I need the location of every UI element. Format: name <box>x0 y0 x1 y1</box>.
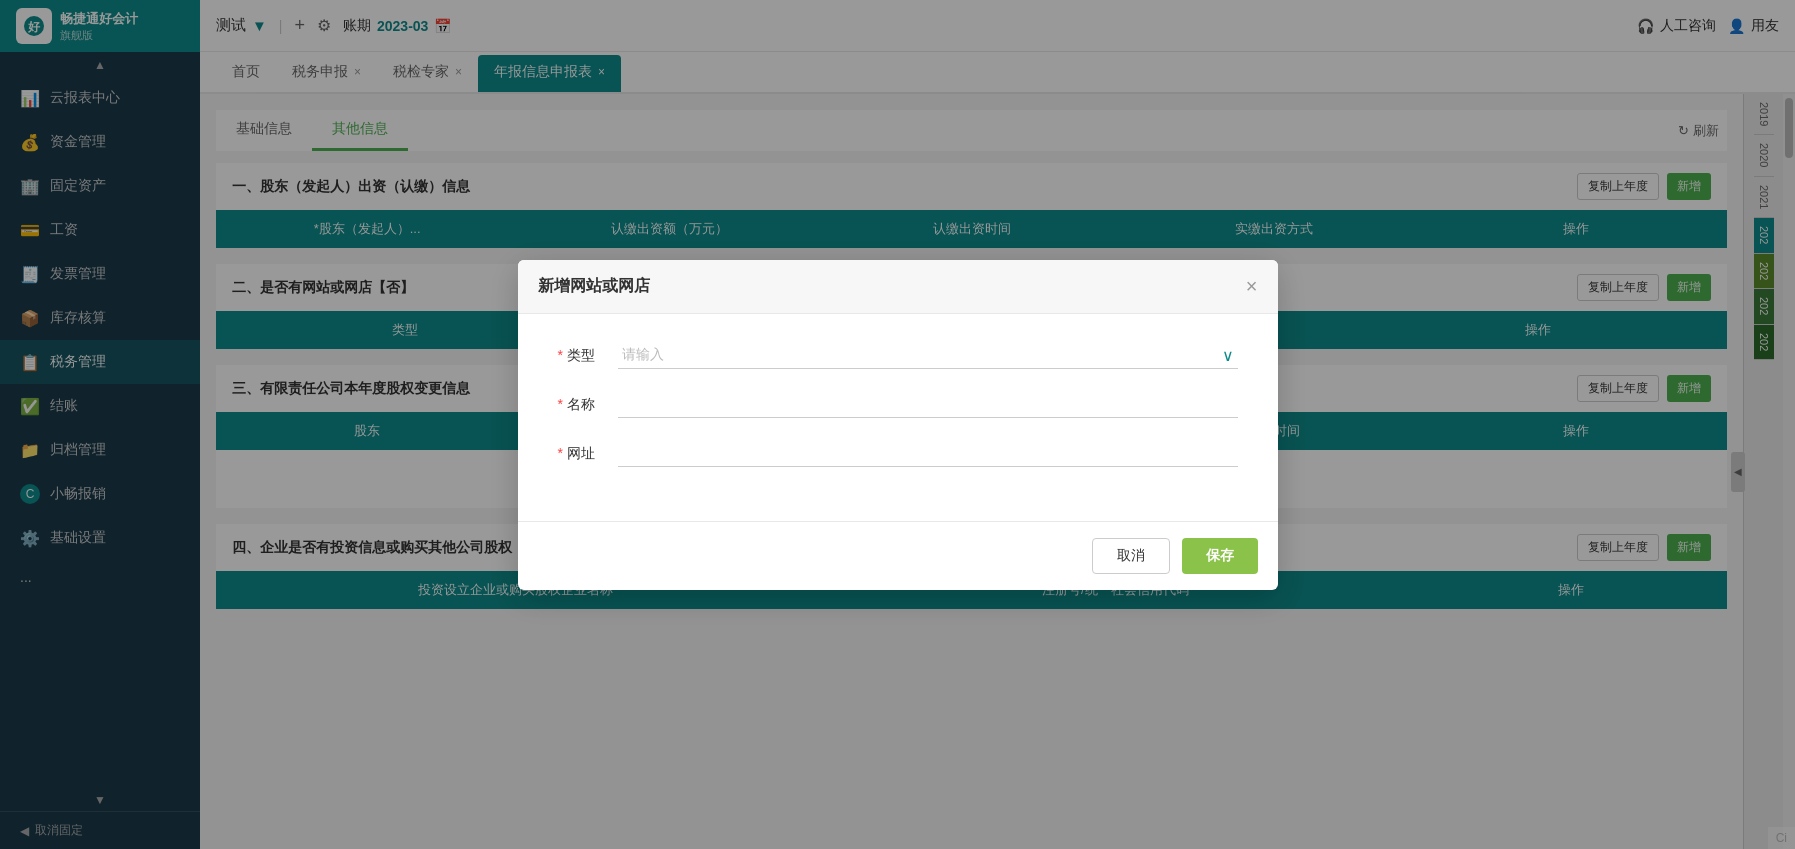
label-text: 网址 <box>567 445 595 461</box>
form-label-name: * 名称 <box>558 396 618 414</box>
type-dropdown-arrow[interactable]: ∨ <box>1222 346 1234 365</box>
add-website-dialog: 新增网站或网店 × * 类型 ∨ * 名称 <box>518 260 1278 590</box>
label-text: 类型 <box>567 347 595 363</box>
form-label-type: * 类型 <box>558 347 618 365</box>
dialog-close-button[interactable]: × <box>1246 276 1258 296</box>
url-input-wrap <box>618 442 1238 467</box>
name-input[interactable] <box>618 393 1238 413</box>
dialog-header: 新增网站或网店 × <box>518 260 1278 314</box>
label-text: 名称 <box>567 396 595 412</box>
dialog-body: * 类型 ∨ * 名称 * <box>518 314 1278 521</box>
form-row-url: * 网址 <box>558 442 1238 467</box>
type-input[interactable] <box>618 344 1238 364</box>
dialog-title: 新增网站或网店 <box>538 276 650 297</box>
name-input-wrap <box>618 393 1238 418</box>
type-input-wrap: ∨ <box>618 344 1238 369</box>
url-input[interactable] <box>618 442 1238 462</box>
required-star: * <box>558 347 563 363</box>
cancel-button[interactable]: 取消 <box>1092 538 1170 574</box>
form-label-url: * 网址 <box>558 445 618 463</box>
required-star: * <box>558 396 563 412</box>
dialog-footer: 取消 保存 <box>518 521 1278 590</box>
form-row-type: * 类型 ∨ <box>558 344 1238 369</box>
required-star: * <box>558 445 563 461</box>
save-button[interactable]: 保存 <box>1182 538 1258 574</box>
form-row-name: * 名称 <box>558 393 1238 418</box>
dialog-overlay: 新增网站或网店 × * 类型 ∨ * 名称 <box>0 0 1795 849</box>
